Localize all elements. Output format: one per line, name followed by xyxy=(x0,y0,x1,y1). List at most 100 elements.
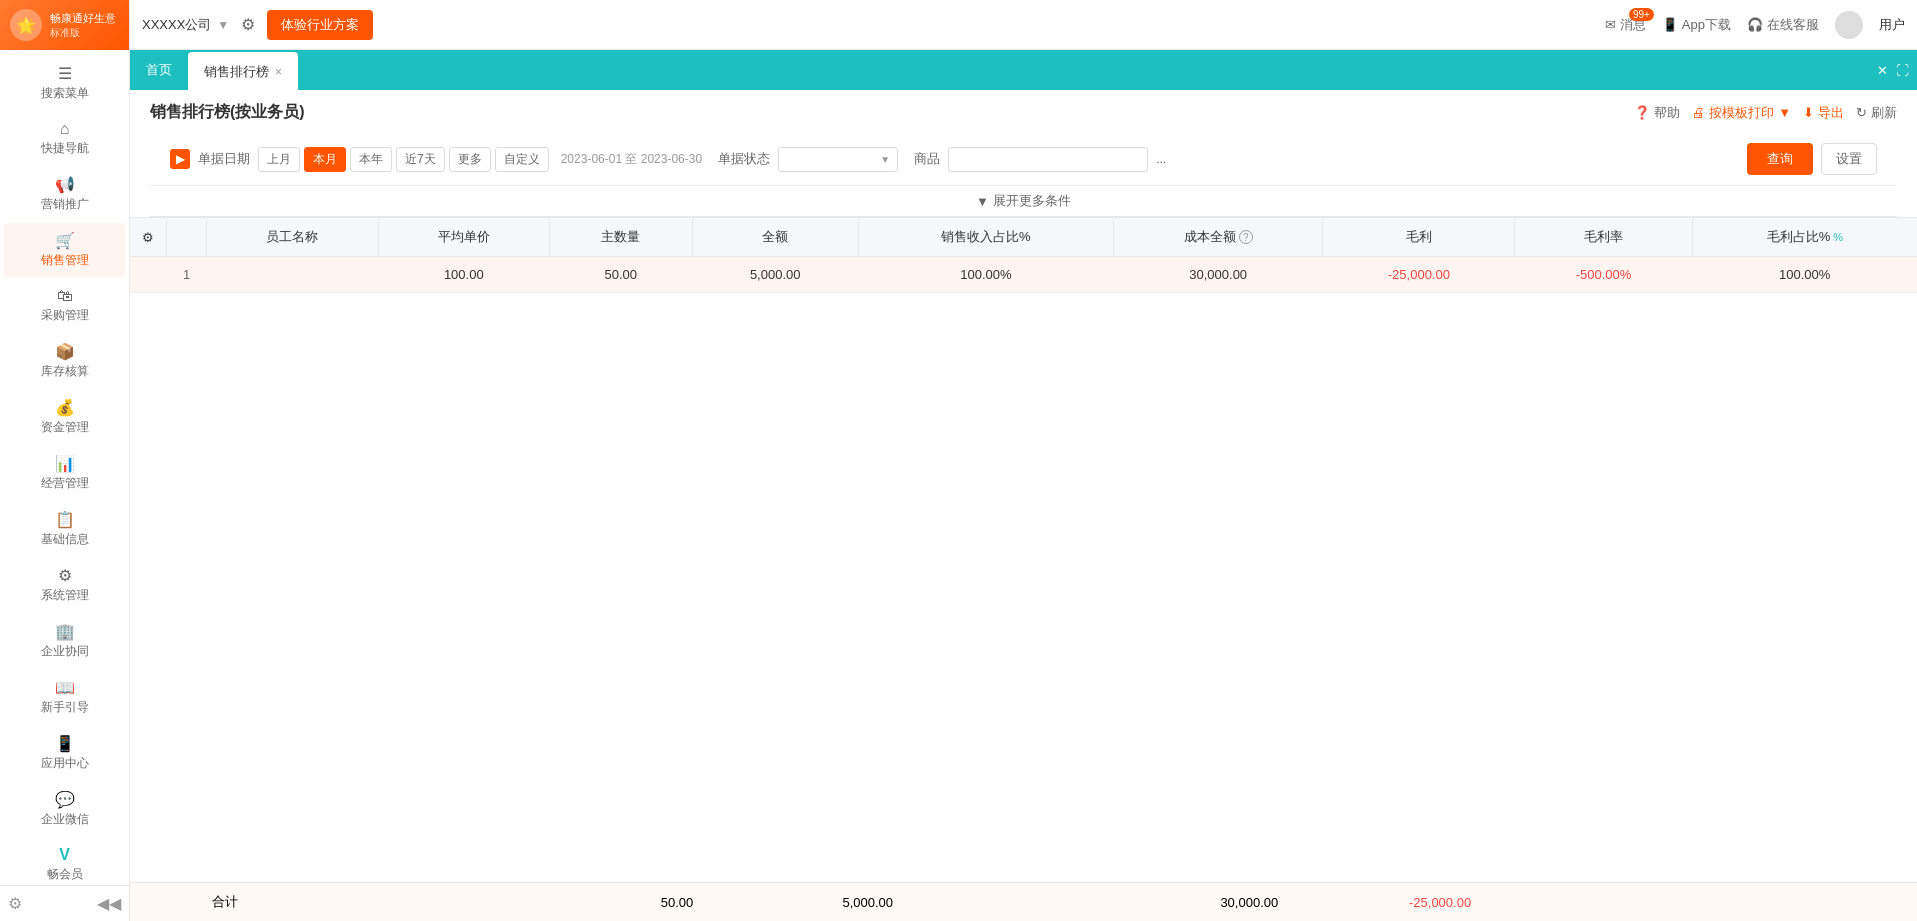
refresh-icon: ↻ xyxy=(1856,105,1867,120)
date-cur-month-btn[interactable]: 本月 xyxy=(304,147,346,172)
sidebar-item-purchase[interactable]: 🛍 采购管理 xyxy=(4,279,125,332)
filter-bar: ▶ 单据日期 上月 本月 本年 近7天 更多 自定义 2023-06-01 至 … xyxy=(150,133,1897,186)
export-icon: ⬇ xyxy=(1803,105,1814,120)
footer-avg-price xyxy=(391,892,582,912)
row-avg-price: 100.00 xyxy=(378,257,550,293)
row-settings xyxy=(130,257,167,293)
topbar-settings-icon[interactable]: ⚙ xyxy=(241,15,255,34)
sidebar-item-sales[interactable]: 🛒 销售管理 xyxy=(4,223,125,277)
tabbar-actions: ✕ ⛶ xyxy=(1877,63,1917,78)
profit-pct-icon: % xyxy=(1833,231,1843,243)
apps-icon: 📱 xyxy=(55,734,75,753)
th-rank xyxy=(167,218,207,257)
app-download-button[interactable]: 📱 App下载 xyxy=(1662,16,1731,34)
company-selector[interactable]: XXXXX公司 ▼ xyxy=(142,16,229,34)
sidebar-settings-icon[interactable]: ⚙ xyxy=(8,894,22,913)
goods-label: 商品 xyxy=(914,150,940,168)
row-profit: -25,000.00 xyxy=(1323,257,1515,293)
company-chevron-icon: ▼ xyxy=(217,18,229,32)
topbar: XXXXX公司 ▼ ⚙ 体验行业方案 ✉ 消息 99+ 📱 App下载 🎧 在线… xyxy=(130,0,1917,50)
row-sales-pct: 100.00% xyxy=(858,257,1113,293)
online-service-button[interactable]: 🎧 在线客服 xyxy=(1747,16,1819,34)
help-button[interactable]: ❓ 帮助 xyxy=(1634,104,1680,122)
date-7days-btn[interactable]: 近7天 xyxy=(396,147,445,172)
user-avatar[interactable] xyxy=(1835,11,1863,39)
cost-info-icon[interactable]: ? xyxy=(1239,230,1253,244)
content: 销售排行榜(按业务员) ❓ 帮助 🖨 按模板打印 ▼ ⬇ 导出 xyxy=(130,90,1917,921)
sidebar-item-search[interactable]: ☰ 搜索菜单 xyxy=(4,56,125,110)
filter-settings-button[interactable]: 设置 xyxy=(1821,143,1877,175)
guide-icon: 📖 xyxy=(55,678,75,697)
sidebar-item-system[interactable]: ⚙ 系统管理 xyxy=(4,558,125,612)
page-header: 销售排行榜(按业务员) ❓ 帮助 🖨 按模板打印 ▼ ⬇ 导出 xyxy=(130,90,1917,218)
th-amount: 全额 xyxy=(692,218,858,257)
tab-maximize-icon[interactable]: ⛶ xyxy=(1896,63,1909,78)
sidebar-item-member[interactable]: V 畅会员 xyxy=(4,838,125,885)
sidebar-item-operations[interactable]: 📊 经营管理 xyxy=(4,446,125,500)
goods-filter-group: 商品 ... xyxy=(914,147,1166,172)
trial-button[interactable]: 体验行业方案 xyxy=(267,10,373,40)
footer-amount: 5,000.00 xyxy=(772,885,963,920)
date-year-btn[interactable]: 本年 xyxy=(350,147,392,172)
sidebar-bottom: ⚙ ◀◀ xyxy=(0,885,129,921)
tab-home[interactable]: 首页 xyxy=(130,50,188,90)
sidebar-item-wechat[interactable]: 💬 企业微信 xyxy=(4,782,125,836)
sidebar-item-marketing[interactable]: 📢 营销推广 xyxy=(4,167,125,221)
sales-icon: 🛒 xyxy=(55,231,75,250)
table-header-row: ⚙ 员工名称 平均单价 主数量 全额 xyxy=(130,218,1917,257)
system-icon: ⚙ xyxy=(58,566,72,585)
logo-icon: 🌟 xyxy=(10,9,42,41)
date-more-btn[interactable]: 更多 xyxy=(449,147,491,172)
th-cost: 成本全额 ? xyxy=(1114,218,1323,257)
goods-more-btn[interactable]: ... xyxy=(1156,152,1166,166)
date-label: 单据日期 xyxy=(198,150,250,168)
sidebar-nav: ☰ 搜索菜单 ⌂ 快捷导航 📢 营销推广 🛒 销售管理 🛍 采购管理 📦 库存核… xyxy=(0,50,129,885)
message-badge: 99+ xyxy=(1629,8,1654,21)
phone-icon: 📱 xyxy=(1662,17,1678,32)
date-range-buttons: 上月 本月 本年 近7天 更多 自定义 xyxy=(258,147,549,172)
date-custom-btn[interactable]: 自定义 xyxy=(495,147,549,172)
data-table: ⚙ 员工名称 平均单价 主数量 全额 xyxy=(130,218,1917,293)
refresh-button[interactable]: ↻ 刷新 xyxy=(1856,104,1897,122)
row-name xyxy=(207,257,379,293)
date-filter-group: ▶ 单据日期 上月 本月 本年 近7天 更多 自定义 2023-06-01 至 … xyxy=(170,147,702,172)
basic-icon: 📋 xyxy=(55,510,75,529)
footer-label: 合计 xyxy=(200,883,391,921)
sidebar-item-finance[interactable]: 💰 资金管理 xyxy=(4,390,125,444)
sidebar: 🌟 畅康通好生意 标准版 ☰ 搜索菜单 ⌂ 快捷导航 📢 营销推广 🛒 销售管理… xyxy=(0,0,130,921)
sidebar-item-basic[interactable]: 📋 基础信息 xyxy=(4,502,125,556)
column-settings-icon[interactable]: ⚙ xyxy=(142,230,154,245)
date-range-text: 2023-06-01 至 2023-06-30 xyxy=(561,151,702,168)
query-button[interactable]: 查询 xyxy=(1747,143,1813,175)
export-button[interactable]: ⬇ 导出 xyxy=(1803,104,1844,122)
tab-sales-rank[interactable]: 销售排行榜 × xyxy=(188,52,298,92)
tab-close-window-icon[interactable]: ✕ xyxy=(1877,63,1888,78)
goods-input[interactable] xyxy=(948,147,1148,172)
sidebar-item-enterprise[interactable]: 🏢 企业协同 xyxy=(4,614,125,668)
help-icon: ❓ xyxy=(1634,105,1650,120)
user-name: 用户 xyxy=(1879,16,1905,34)
message-button[interactable]: ✉ 消息 99+ xyxy=(1605,16,1646,34)
logo: 🌟 畅康通好生意 标准版 xyxy=(0,0,129,50)
sidebar-item-apps[interactable]: 📱 应用中心 xyxy=(4,726,125,780)
filter-collapse-btn[interactable]: ▶ xyxy=(170,149,190,169)
footer-row: 合计 50.00 5,000.00 30,000.00 -25,000.00 xyxy=(130,883,1917,921)
date-prev-month-btn[interactable]: 上月 xyxy=(258,147,300,172)
row-qty: 50.00 xyxy=(550,257,693,293)
print-button[interactable]: 🖨 按模板打印 ▼ xyxy=(1692,104,1791,122)
operations-icon: 📊 xyxy=(55,454,75,473)
tab-close-icon[interactable]: × xyxy=(275,65,282,79)
sidebar-item-inventory[interactable]: 📦 库存核算 xyxy=(4,334,125,388)
status-select[interactable] xyxy=(778,147,898,172)
th-margin: 毛利率 xyxy=(1515,218,1692,257)
expand-more-button[interactable]: ▼ 展开更多条件 xyxy=(976,192,1071,210)
sidebar-collapse-icon[interactable]: ◀◀ xyxy=(97,894,121,913)
sidebar-item-quick-nav[interactable]: ⌂ 快捷导航 xyxy=(4,112,125,165)
status-label: 单据状态 xyxy=(718,150,770,168)
company-name: XXXXX公司 xyxy=(142,16,211,34)
row-cost: 30,000.00 xyxy=(1114,257,1323,293)
th-qty: 主数量 xyxy=(550,218,693,257)
table-footer: 合计 50.00 5,000.00 30,000.00 -25,000.00 xyxy=(130,882,1917,921)
sidebar-item-guide[interactable]: 📖 新手引导 xyxy=(4,670,125,724)
main: XXXXX公司 ▼ ⚙ 体验行业方案 ✉ 消息 99+ 📱 App下载 🎧 在线… xyxy=(130,0,1917,921)
